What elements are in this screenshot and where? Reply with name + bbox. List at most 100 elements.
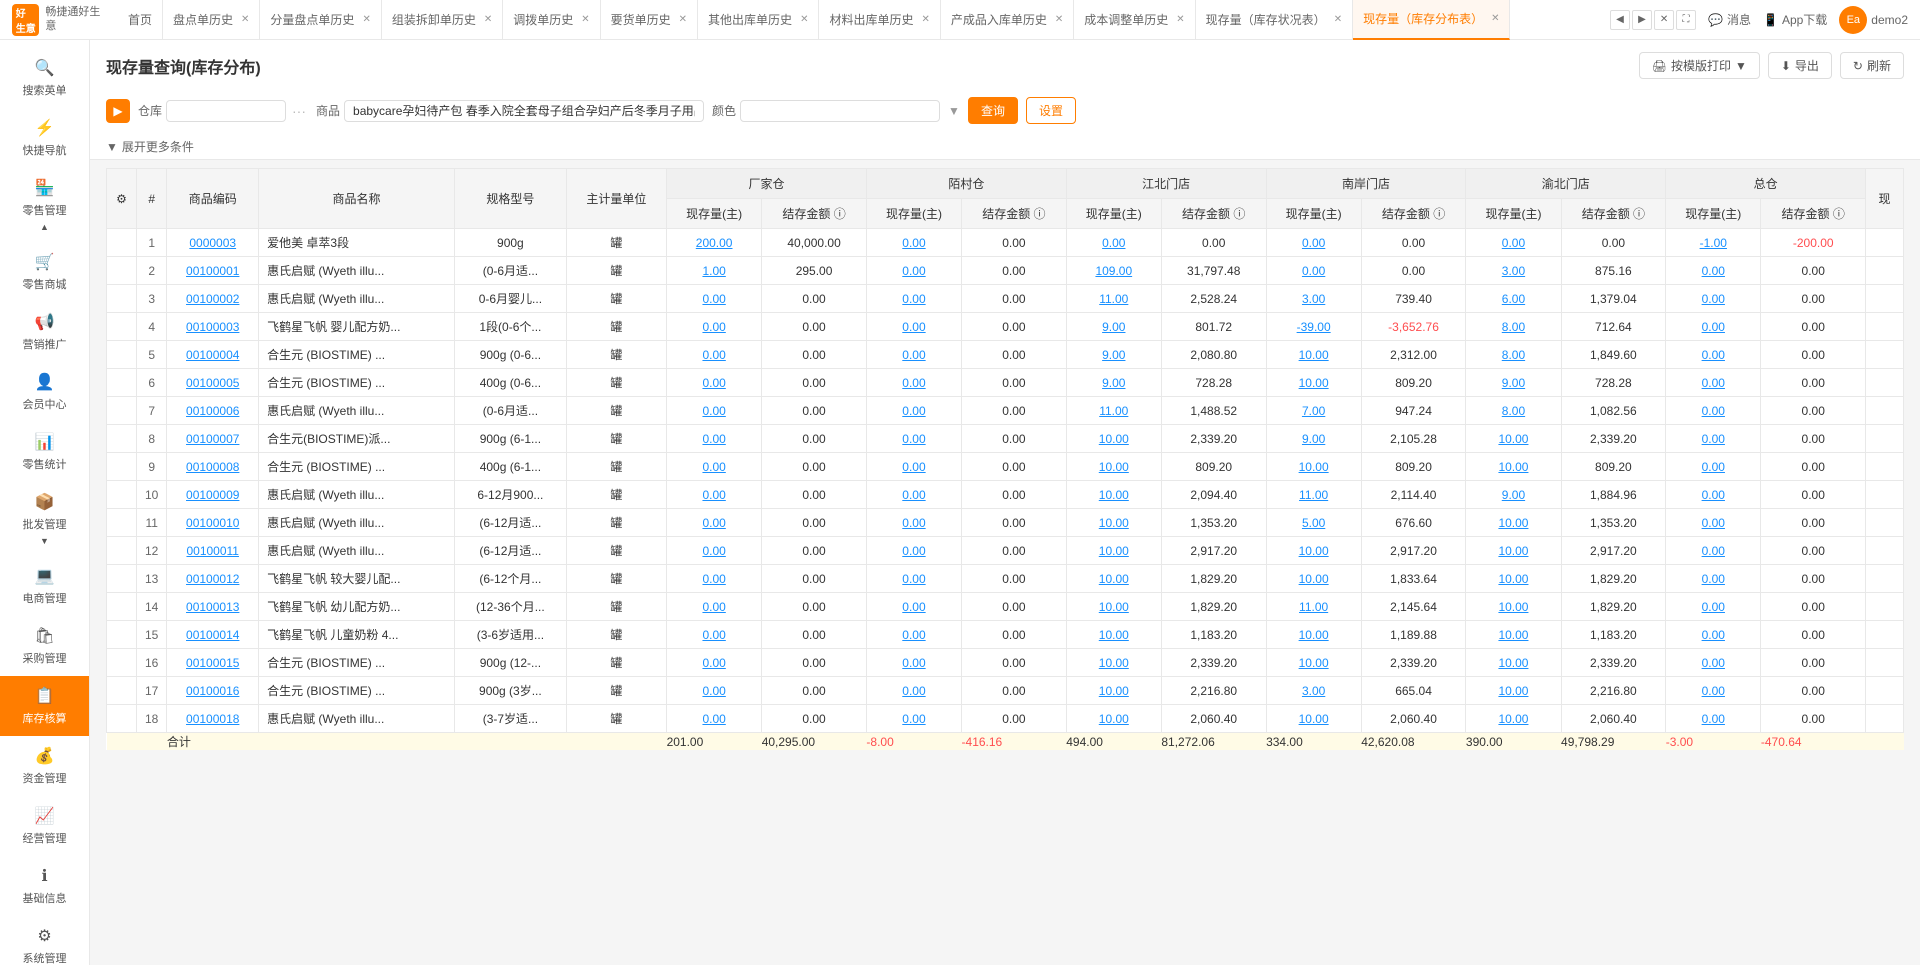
table-cell[interactable]: 11.00	[1266, 593, 1361, 621]
table-cell[interactable]: 11.00	[1066, 397, 1161, 425]
table-cell[interactable]: 0.00	[866, 369, 961, 397]
table-cell[interactable]: 9.00	[1066, 341, 1161, 369]
sidebar-item-purchase[interactable]: 🛍 采购管理	[0, 616, 89, 676]
export-btn[interactable]: ⬇ 导出	[1768, 52, 1832, 79]
table-cell[interactable]: 0.00	[667, 677, 762, 705]
tab-product-in[interactable]: 产成品入库单历史 ✕	[941, 0, 1074, 40]
table-cell[interactable]: 00100016	[167, 677, 259, 705]
table-cell[interactable]: 00100018	[167, 705, 259, 733]
table-cell[interactable]: 10.00	[1066, 425, 1161, 453]
table-cell[interactable]: 00100015	[167, 649, 259, 677]
table-cell[interactable]: 0.00	[866, 313, 961, 341]
sidebar-item-marketing[interactable]: 📢 营销推广	[0, 302, 89, 362]
table-cell[interactable]: 10.00	[1066, 621, 1161, 649]
table-cell[interactable]: 5.00	[1266, 509, 1361, 537]
sidebar-item-inventory[interactable]: 📋 库存核算	[0, 676, 89, 736]
table-cell[interactable]: 9.00	[1266, 425, 1361, 453]
close-tab-4[interactable]: ✕	[581, 14, 589, 25]
table-cell[interactable]: 0.00	[1666, 537, 1761, 565]
close-tab-5[interactable]: ✕	[679, 14, 687, 25]
table-cell[interactable]: 0.00	[1666, 397, 1761, 425]
table-cell[interactable]: 9.00	[1466, 369, 1561, 397]
table-cell[interactable]: 10.00	[1466, 425, 1561, 453]
table-cell[interactable]: 6.00	[1466, 285, 1561, 313]
table-cell[interactable]: 9.00	[1066, 369, 1161, 397]
table-cell[interactable]: 0.00	[866, 397, 961, 425]
refresh-btn[interactable]: ↻ 刷新	[1840, 52, 1904, 79]
sidebar-item-retail-stats[interactable]: 📊 零售统计	[0, 422, 89, 482]
tab-cost-adjust[interactable]: 成本调整单历史 ✕	[1074, 0, 1195, 40]
table-cell[interactable]: 0.00	[1666, 677, 1761, 705]
close-tab-1[interactable]: ✕	[241, 14, 249, 25]
table-cell[interactable]: 0.00	[1666, 313, 1761, 341]
table-cell[interactable]: 10.00	[1466, 705, 1561, 733]
table-cell[interactable]: 0.00	[1666, 649, 1761, 677]
table-cell[interactable]: 0.00	[667, 481, 762, 509]
table-cell[interactable]: 9.00	[1466, 481, 1561, 509]
table-cell[interactable]: 10.00	[1066, 453, 1161, 481]
table-cell[interactable]: 10.00	[1266, 705, 1361, 733]
table-cell[interactable]: 10.00	[1266, 341, 1361, 369]
table-cell[interactable]: 0.00	[1666, 621, 1761, 649]
tab-requisition[interactable]: 要货单历史 ✕	[601, 0, 698, 40]
table-cell[interactable]: 10.00	[1466, 621, 1561, 649]
table-cell[interactable]: 8.00	[1466, 313, 1561, 341]
table-cell[interactable]: 10.00	[1266, 621, 1361, 649]
table-cell[interactable]: 00100005	[167, 369, 259, 397]
table-cell[interactable]: 3.00	[1266, 285, 1361, 313]
sidebar-item-mall[interactable]: 🛒 零售商城	[0, 242, 89, 302]
table-cell[interactable]: 109.00	[1066, 257, 1161, 285]
table-cell[interactable]: -1.00	[1666, 229, 1761, 257]
table-cell[interactable]: 0.00	[866, 621, 961, 649]
tab-other-out[interactable]: 其他出库单历史 ✕	[698, 0, 819, 40]
search-btn[interactable]: 查询	[968, 97, 1018, 124]
tab-partial-check[interactable]: 分量盘点单历史 ✕	[260, 0, 381, 40]
table-cell[interactable]: 11.00	[1066, 285, 1161, 313]
nav-close[interactable]: ✕	[1654, 10, 1674, 30]
table-cell[interactable]: 00100013	[167, 593, 259, 621]
table-cell[interactable]: 0.00	[866, 481, 961, 509]
table-cell[interactable]: 10.00	[1066, 705, 1161, 733]
table-cell[interactable]: 0.00	[667, 593, 762, 621]
table-cell[interactable]: 0.00	[667, 509, 762, 537]
table-cell[interactable]: 0.00	[1666, 257, 1761, 285]
sidebar-item-sys-mgmt[interactable]: ⚙ 系统管理	[0, 916, 89, 965]
sidebar-item-retail-mgmt[interactable]: 🏪 零售管理 ▲	[0, 168, 89, 242]
nav-right[interactable]: ▶	[1632, 10, 1652, 30]
table-cell[interactable]: 11.00	[1266, 481, 1361, 509]
table-cell[interactable]: 0.00	[866, 229, 961, 257]
table-cell[interactable]: 10.00	[1466, 565, 1561, 593]
table-cell[interactable]: 00100001	[167, 257, 259, 285]
table-cell[interactable]: 0.00	[1666, 509, 1761, 537]
table-cell[interactable]: 0.00	[866, 425, 961, 453]
table-cell[interactable]: -39.00	[1266, 313, 1361, 341]
table-cell[interactable]: 10.00	[1266, 565, 1361, 593]
table-cell[interactable]: 0.00	[667, 453, 762, 481]
table-cell[interactable]: 8.00	[1466, 397, 1561, 425]
nav-expand[interactable]: ⛶	[1676, 10, 1696, 30]
tab-inventory-check[interactable]: 盘点单历史 ✕	[163, 0, 260, 40]
table-cell[interactable]: 0.00	[1266, 229, 1361, 257]
table-cell[interactable]: 0.00	[866, 649, 961, 677]
table-cell[interactable]: 0.00	[1266, 257, 1361, 285]
table-cell[interactable]: 00100014	[167, 621, 259, 649]
user-area[interactable]: Ea demo2	[1839, 6, 1908, 34]
table-cell[interactable]: 10.00	[1266, 369, 1361, 397]
table-cell[interactable]: 0.00	[866, 677, 961, 705]
table-cell[interactable]: 0.00	[866, 593, 961, 621]
table-cell[interactable]: 0.00	[866, 257, 961, 285]
table-cell[interactable]: 00100012	[167, 565, 259, 593]
color-input[interactable]	[740, 100, 940, 122]
table-cell[interactable]: 10.00	[1466, 453, 1561, 481]
goods-input[interactable]	[344, 100, 704, 122]
sidebar-item-operations[interactable]: 📈 经营管理	[0, 796, 89, 856]
table-cell[interactable]: 10.00	[1466, 593, 1561, 621]
table-cell[interactable]: 10.00	[1066, 649, 1161, 677]
sidebar-item-search[interactable]: 🔍 搜索英单	[0, 48, 89, 108]
sidebar-item-members[interactable]: 👤 会员中心	[0, 362, 89, 422]
tab-stock-dist[interactable]: 现存量（库存分布表） ✕	[1353, 0, 1510, 40]
table-cell[interactable]: 200.00	[667, 229, 762, 257]
close-tab-9[interactable]: ✕	[1176, 14, 1184, 25]
tab-material-out[interactable]: 材料出库单历史 ✕	[819, 0, 940, 40]
table-cell[interactable]: 9.00	[1066, 313, 1161, 341]
